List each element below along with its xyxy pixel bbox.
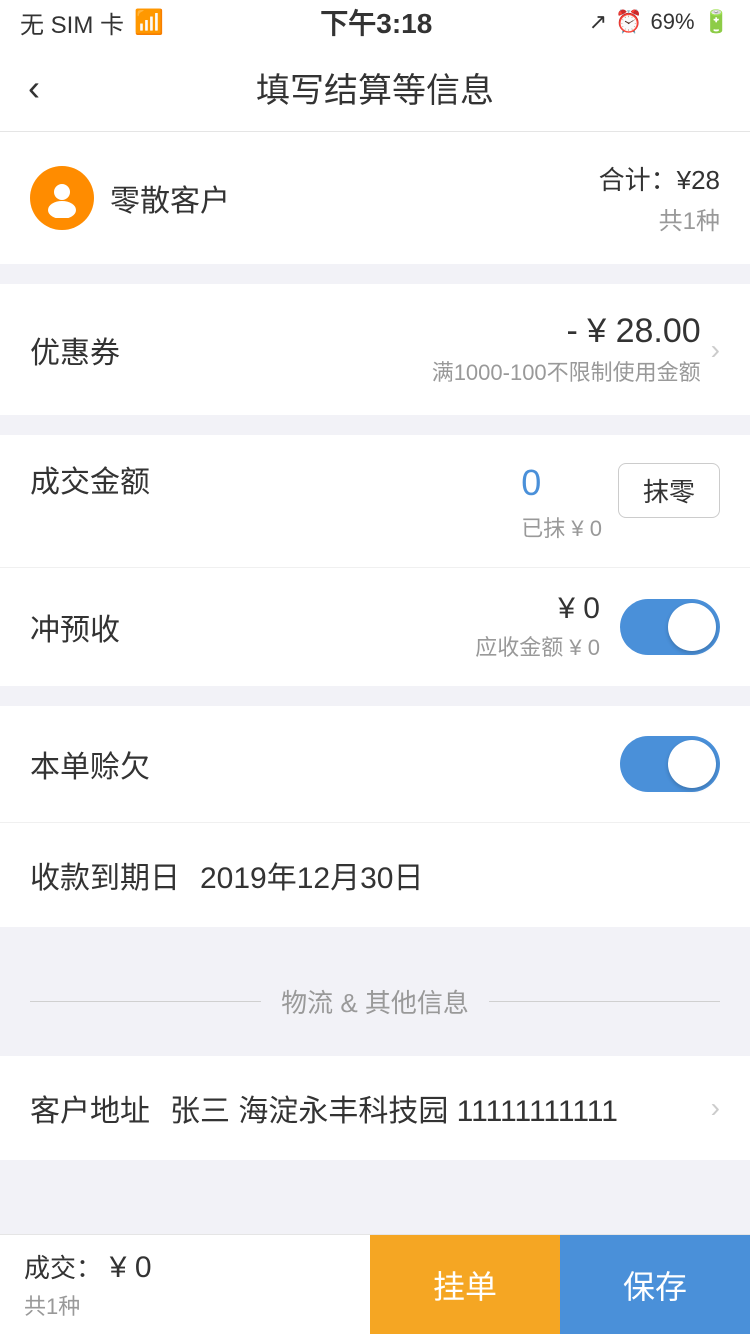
bottom-deal-line: 成交： ¥ 0	[24, 1248, 346, 1285]
precollect-main: ¥ 0	[475, 592, 600, 626]
coupon-info: - ¥ 28.00 满1000-100不限制使用金额	[432, 312, 701, 387]
customer-name: 零散客户	[110, 176, 230, 220]
wifi-icon: 📶	[134, 8, 164, 37]
sim-label: 无 SIM 卡	[20, 5, 124, 40]
alarm-icon: ⏰	[615, 9, 642, 35]
status-bar: 无 SIM 卡 📶 下午3:18 ↗ ⏰ 69% 🔋	[0, 0, 750, 44]
amount-section: 成交金额 0 已抹 ¥ 0 抹零 冲预收 ¥ 0 应收金额 ¥ 0	[0, 435, 750, 686]
coupon-section[interactable]: 优惠券 - ¥ 28.00 满1000-100不限制使用金额 ›	[0, 284, 750, 415]
location-icon: ↗	[589, 9, 607, 35]
round-button[interactable]: 抹零	[618, 463, 720, 518]
customer-section: 零散客户 合计：¥28 共1种	[0, 132, 750, 264]
chevron-right-icon: ›	[711, 334, 720, 366]
divider-line-right	[489, 1001, 720, 1002]
customer-right: 合计：¥28 共1种	[599, 160, 720, 236]
bottom-bar: 成交： ¥ 0 共1种 挂单 保存	[0, 1234, 750, 1334]
status-time: 下午3:18	[320, 2, 432, 42]
toggle-thumb	[668, 603, 716, 651]
precollect-label: 冲预收	[30, 605, 120, 649]
precollect-toggle[interactable]	[620, 599, 720, 655]
precollect-sub: 应收金额 ¥ 0	[475, 630, 600, 662]
coupon-desc: 满1000-100不限制使用金额	[432, 355, 701, 387]
transaction-value: 0	[521, 459, 602, 507]
debt-row: 本单赊欠	[0, 706, 750, 823]
avatar	[30, 166, 94, 230]
back-button[interactable]: ‹	[28, 67, 40, 109]
page-title: 填写结算等信息	[256, 63, 494, 112]
coupon-label: 优惠券	[30, 328, 120, 372]
debt-toggle[interactable]	[620, 736, 720, 792]
transaction-right: 0 已抹 ¥ 0 抹零	[521, 459, 720, 543]
transaction-label: 成交金额	[30, 459, 150, 507]
debt-section: 本单赊欠 收款到期日 2019年12月30日	[0, 706, 750, 927]
due-date-row: 收款到期日 2019年12月30日	[0, 823, 750, 927]
due-date-value: 2019年12月30日	[200, 853, 423, 897]
bottom-deal-label: 成交：	[24, 1253, 102, 1283]
coupon-right: - ¥ 28.00 满1000-100不限制使用金额 ›	[432, 312, 720, 387]
logistics-divider: 物流 & 其他信息	[0, 963, 750, 1040]
address-label: 客户地址	[30, 1086, 150, 1130]
customer-row: 零散客户 合计：¥28 共1种	[0, 132, 750, 264]
customer-left: 零散客户	[30, 166, 230, 230]
address-row[interactable]: 客户地址 张三 海淀永丰科技园 11111111111 ›	[0, 1056, 750, 1160]
transaction-row: 成交金额 0 已抹 ¥ 0 抹零	[0, 435, 750, 568]
transaction-values: 0 已抹 ¥ 0	[521, 459, 602, 543]
due-date-label: 收款到期日	[30, 853, 180, 897]
bottom-count: 共1种	[24, 1289, 346, 1321]
precollect-amounts: ¥ 0 应收金额 ¥ 0	[475, 592, 600, 662]
logistics-section: 物流 & 其他信息	[0, 947, 750, 1056]
coupon-amount: - ¥ 28.00	[432, 312, 701, 351]
address-chevron-icon: ›	[711, 1092, 720, 1124]
divider-line-left	[30, 1001, 261, 1002]
status-right: ↗ ⏰ 69% 🔋	[589, 9, 730, 35]
bottom-info: 成交： ¥ 0 共1种	[0, 1235, 370, 1334]
address-value: 张三 海淀永丰科技园 11111111111	[170, 1086, 711, 1130]
battery-label: 69%	[651, 9, 695, 35]
save-button[interactable]: 保存	[560, 1235, 750, 1334]
battery-icon: 🔋	[703, 9, 730, 35]
logistics-label: 物流 & 其他信息	[281, 983, 469, 1020]
transaction-sub: 已抹 ¥ 0	[521, 511, 602, 543]
total-label: 合计：¥28	[599, 160, 720, 197]
coupon-row[interactable]: 优惠券 - ¥ 28.00 满1000-100不限制使用金额 ›	[0, 284, 750, 415]
hold-button[interactable]: 挂单	[370, 1235, 560, 1334]
nav-bar: ‹ 填写结算等信息	[0, 44, 750, 132]
debt-toggle-thumb	[668, 740, 716, 788]
status-left: 无 SIM 卡 📶	[20, 5, 164, 40]
address-section[interactable]: 客户地址 张三 海淀永丰科技园 11111111111 ›	[0, 1056, 750, 1160]
debt-label: 本单赊欠	[30, 742, 150, 786]
total-count: 共1种	[599, 201, 720, 236]
precollect-row: 冲预收 ¥ 0 应收金额 ¥ 0	[0, 568, 750, 686]
bottom-deal-amount: ¥ 0	[110, 1251, 152, 1284]
precollect-right: ¥ 0 应收金额 ¥ 0	[475, 592, 720, 662]
